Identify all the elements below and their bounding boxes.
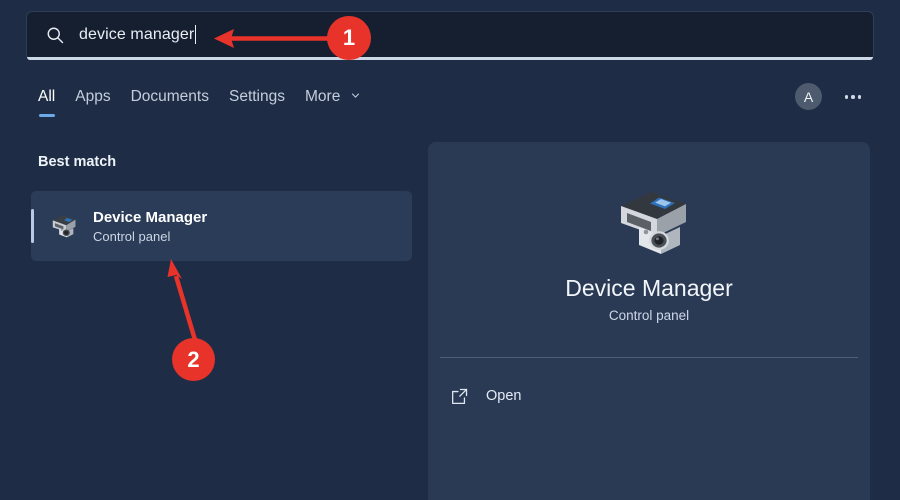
preview-title: Device Manager (428, 275, 870, 302)
best-match-heading: Best match (38, 154, 116, 170)
search-input[interactable]: device manager (27, 12, 873, 57)
tab-settings[interactable]: Settings (229, 84, 305, 110)
avatar[interactable]: A (795, 83, 822, 110)
ellipsis-dot (858, 95, 862, 99)
avatar-initial: A (804, 89, 813, 105)
search-flyout: device manager All Apps Documents Settin… (0, 0, 900, 500)
filter-tabs: All Apps Documents Settings More (38, 84, 380, 110)
device-manager-icon (45, 211, 79, 241)
tab-all-label: All (38, 88, 55, 105)
preview-divider (440, 357, 858, 358)
preview-subtitle: Control panel (428, 308, 870, 323)
tab-settings-label: Settings (229, 88, 285, 105)
result-text-group: Device Manager Control panel (93, 209, 207, 244)
search-icon (45, 25, 65, 45)
annotation-badge-2: 2 (172, 338, 215, 381)
ellipsis-dot (845, 95, 849, 99)
annotation-badge-1: 1 (327, 16, 371, 60)
result-title: Device Manager (93, 209, 207, 226)
chevron-down-icon (351, 91, 360, 100)
search-input-underline (27, 57, 873, 60)
open-action[interactable]: Open (450, 379, 533, 413)
tab-all[interactable]: All (38, 84, 75, 110)
open-label: Open (486, 388, 521, 404)
search-input-value: device manager (79, 26, 194, 44)
tab-apps-label: Apps (75, 88, 110, 105)
preview-panel: Device Manager Control panel Open (428, 142, 870, 500)
tab-active-indicator (39, 114, 55, 117)
text-caret (195, 25, 196, 44)
device-manager-icon (601, 184, 697, 262)
tab-documents-label: Documents (131, 88, 209, 105)
annotation-badge-1-label: 1 (343, 25, 355, 51)
tab-more[interactable]: More (305, 84, 380, 110)
annotation-badge-2-label: 2 (187, 347, 199, 373)
selected-indicator (31, 209, 34, 243)
ellipsis-dot (851, 95, 855, 99)
result-subtitle: Control panel (93, 229, 207, 244)
tab-more-label: More (305, 88, 340, 105)
best-match-result-row[interactable]: Device Manager Control panel (31, 191, 412, 261)
ellipsis-icon[interactable] (840, 90, 866, 104)
open-external-icon (450, 387, 469, 406)
tab-apps[interactable]: Apps (75, 84, 130, 110)
tab-documents[interactable]: Documents (131, 84, 229, 110)
